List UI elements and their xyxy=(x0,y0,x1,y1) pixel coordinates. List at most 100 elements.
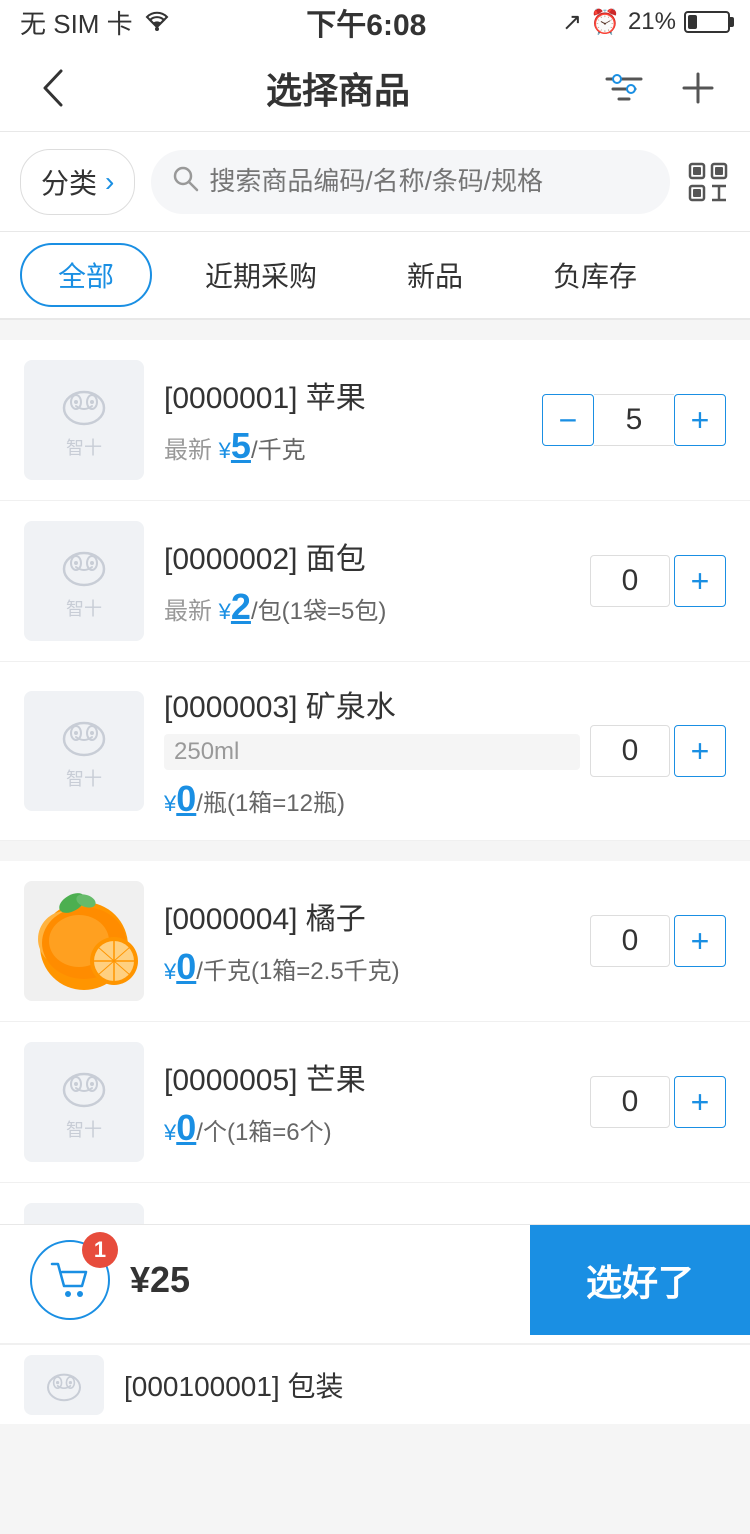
status-time: 下午6:08 xyxy=(306,0,426,44)
price-unit-5: /个(1箱=6个) xyxy=(196,1119,331,1146)
status-right: ↗ ⏰ 21% xyxy=(562,8,730,37)
product-spec-3: 250ml xyxy=(164,734,580,770)
table-row: 智十 [0000001] 苹果 最新 ¥5/千克 − 5 + xyxy=(0,340,750,501)
minus-button-1[interactable]: − xyxy=(542,394,594,446)
tab-bar: 全部 近期采购 新品 负库存 xyxy=(0,232,750,320)
table-row: 智十 [0000003] 矿泉水 250ml ¥0/瓶(1箱=12瓶) 0 + xyxy=(0,662,750,841)
table-row: [0000004] 橘子 ¥0/千克(1箱=2.5千克) 0 + xyxy=(0,861,750,1022)
cart-total: ¥25 xyxy=(130,1259,190,1301)
cart-icon-wrap[interactable]: 1 xyxy=(30,1240,110,1320)
qty-input-4[interactable]: 0 xyxy=(590,915,670,967)
table-row: 智十 [0000005] 芒果 ¥0/个(1箱=6个) 0 + xyxy=(0,1022,750,1183)
tab-negative-label: 负库存 xyxy=(553,255,637,295)
product-price-1: 最新 ¥5/千克 xyxy=(164,425,532,467)
tab-negative[interactable]: 负库存 xyxy=(516,243,674,307)
price-unit-4: /千克(1箱=2.5千克) xyxy=(196,958,399,985)
qty-control-2: 0 + xyxy=(590,555,726,607)
search-icon xyxy=(171,164,199,199)
tab-recent[interactable]: 近期采购 xyxy=(168,243,354,307)
tab-new-label: 新品 xyxy=(407,255,463,295)
plus-button-3[interactable]: + xyxy=(674,725,726,777)
product-info-2: [0000002] 面包 最新 ¥2/包(1袋=5包) xyxy=(164,534,580,628)
status-left: 无 SIM 卡 xyxy=(20,4,171,41)
scan-button[interactable] xyxy=(686,160,730,204)
price-num-4: 0 xyxy=(176,946,196,987)
battery-percent: 21% xyxy=(628,8,676,36)
price-unit-3: /瓶(1箱=12瓶) xyxy=(196,790,345,817)
battery-icon xyxy=(684,11,730,33)
qty-input-2[interactable]: 0 xyxy=(590,555,670,607)
cart-area: 1 ¥25 xyxy=(0,1240,530,1320)
spacer-2 xyxy=(0,841,750,861)
cart-badge: 1 xyxy=(82,1232,118,1268)
add-button[interactable] xyxy=(676,66,720,110)
category-chevron: › xyxy=(105,166,114,198)
product-image-partial xyxy=(24,1355,104,1415)
qty-input-3[interactable]: 0 xyxy=(590,725,670,777)
plus-button-1[interactable]: + xyxy=(674,394,726,446)
product-name-4: [0000004] 橘子 xyxy=(164,894,580,938)
nav-actions xyxy=(602,66,720,110)
product-info-3: [0000003] 矿泉水 250ml ¥0/瓶(1箱=12瓶) xyxy=(164,682,580,820)
filter-bar: 分类 › xyxy=(0,132,750,232)
product-name-1: [0000001] 苹果 xyxy=(164,373,532,417)
product-name-2: [0000002] 面包 xyxy=(164,534,580,578)
status-bar: 无 SIM 卡 下午6:08 ↗ ⏰ 21% xyxy=(0,0,750,44)
category-button[interactable]: 分类 › xyxy=(20,149,135,215)
back-button[interactable] xyxy=(30,66,74,110)
qty-control-1: − 5 + xyxy=(542,394,726,446)
footer: 1 ¥25 选好了 xyxy=(0,1224,750,1334)
price-num-1: 5 xyxy=(231,425,251,466)
search-input[interactable] xyxy=(209,166,650,197)
product-price-3: ¥0/瓶(1箱=12瓶) xyxy=(164,778,580,820)
tab-all-label: 全部 xyxy=(58,255,114,295)
carrier-text: 无 SIM 卡 xyxy=(20,4,133,41)
product-image-5: 智十 xyxy=(24,1042,144,1162)
price-yen-4: ¥ xyxy=(164,959,176,984)
wifi-icon xyxy=(143,7,171,38)
plus-button-5[interactable]: + xyxy=(674,1076,726,1128)
page-title: 选择商品 xyxy=(266,62,410,114)
price-yen-3: ¥ xyxy=(164,791,176,816)
qty-control-5: 0 + xyxy=(590,1076,726,1128)
placeholder-label-2: 智十 xyxy=(66,595,102,621)
price-label-1: 最新 xyxy=(164,437,212,464)
qty-input-5[interactable]: 0 xyxy=(590,1076,670,1128)
price-unit-1: /千克 xyxy=(251,437,306,464)
filter-button[interactable] xyxy=(602,66,646,110)
category-label: 分类 xyxy=(41,162,97,202)
confirm-button[interactable]: 选好了 xyxy=(530,1225,750,1335)
qty-input-1[interactable]: 5 xyxy=(594,394,674,446)
tab-new[interactable]: 新品 xyxy=(370,243,500,307)
placeholder-label-1: 智十 xyxy=(66,434,102,460)
plus-button-2[interactable]: + xyxy=(674,555,726,607)
product-info-1: [0000001] 苹果 最新 ¥5/千克 xyxy=(164,373,532,467)
product-price-5: ¥0/个(1箱=6个) xyxy=(164,1107,580,1149)
product-image-3: 智十 xyxy=(24,691,144,811)
price-yen-2: ¥ xyxy=(219,599,231,624)
price-yen-1: ¥ xyxy=(219,438,231,463)
placeholder-label-3: 智十 xyxy=(66,765,102,791)
product-info-5: [0000005] 芒果 ¥0/个(1箱=6个) xyxy=(164,1055,580,1149)
placeholder-label-5: 智十 xyxy=(66,1116,102,1142)
price-num-5: 0 xyxy=(176,1107,196,1148)
location-icon: ↗ xyxy=(562,8,582,37)
search-box xyxy=(151,150,670,214)
qty-control-3: 0 + xyxy=(590,725,726,777)
table-row: 智十 [0000002] 面包 最新 ¥2/包(1袋=5包) 0 + xyxy=(0,501,750,662)
price-num-3: 0 xyxy=(176,778,196,819)
table-row-partial: [000100001] 包装 xyxy=(0,1344,750,1424)
product-image-1: 智十 xyxy=(24,360,144,480)
footer-spacer xyxy=(0,1424,750,1534)
product-info-4: [0000004] 橘子 ¥0/千克(1箱=2.5千克) xyxy=(164,894,580,988)
product-image-4 xyxy=(24,881,144,1001)
nav-bar: 选择商品 xyxy=(0,44,750,132)
product-price-2: 最新 ¥2/包(1袋=5包) xyxy=(164,586,580,628)
price-unit-2: /包(1袋=5包) xyxy=(251,598,386,625)
plus-button-4[interactable]: + xyxy=(674,915,726,967)
product-image-2: 智十 xyxy=(24,521,144,641)
spacer-1 xyxy=(0,320,750,340)
price-num-2: 2 xyxy=(231,586,251,627)
tab-all[interactable]: 全部 xyxy=(20,243,152,307)
product-name-5: [0000005] 芒果 xyxy=(164,1055,580,1099)
